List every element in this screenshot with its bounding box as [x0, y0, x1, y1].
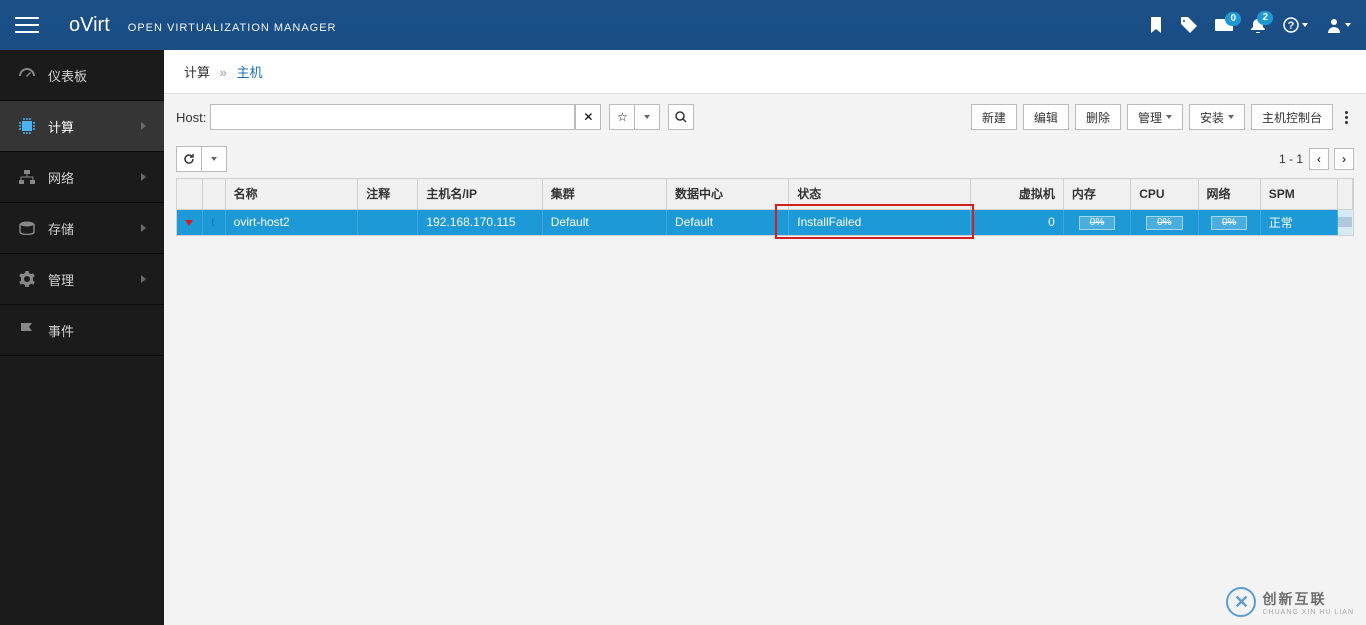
main-content: 计算 » 主机 Host: ✕ ☆ 新建 编辑 删除 管理 安装: [164, 50, 1366, 625]
help-icon[interactable]: ?: [1283, 17, 1308, 33]
breadcrumb-sep: »: [220, 65, 227, 80]
search-group: Host: ✕: [176, 104, 601, 130]
col-cluster[interactable]: 集群: [542, 179, 666, 209]
cell-hostname: 192.168.170.115: [418, 209, 542, 235]
watermark-sub: CHUANG XIN HU LIAN: [1262, 609, 1354, 616]
clear-search-button[interactable]: ✕: [575, 104, 601, 130]
breadcrumb: 计算 » 主机: [164, 50, 1366, 94]
nav-label: 仪表板: [48, 66, 87, 85]
sidebar-item-storage[interactable]: 存储: [0, 203, 164, 254]
tag-icon[interactable]: [1181, 17, 1197, 33]
alert-icon: !: [211, 217, 215, 229]
cell-comment: [358, 209, 418, 235]
nav-label: 管理: [48, 270, 74, 289]
col-memory[interactable]: 内存: [1063, 179, 1130, 209]
table-row[interactable]: ! ovirt-host2 192.168.170.115 Default De…: [177, 209, 1353, 235]
col-spm[interactable]: SPM: [1260, 179, 1338, 209]
next-page-button[interactable]: ›: [1334, 148, 1354, 170]
col-datacenter[interactable]: 数据中心: [667, 179, 789, 209]
col-comment[interactable]: 注释: [358, 179, 418, 209]
cell-spm: 正常: [1260, 209, 1338, 235]
dashboard-icon: [18, 66, 36, 84]
pager-range: 1 - 1: [1279, 152, 1303, 166]
col-hostname[interactable]: 主机名/IP: [418, 179, 542, 209]
refresh-button[interactable]: [176, 146, 202, 172]
sidebar-item-admin[interactable]: 管理: [0, 254, 164, 305]
nav-label: 事件: [48, 321, 74, 340]
refresh-dropdown[interactable]: [201, 146, 227, 172]
cell-vms: 0: [970, 209, 1063, 235]
notifications-badge: 2: [1257, 11, 1273, 25]
manage-button[interactable]: 管理: [1127, 104, 1183, 130]
nav-label: 网络: [48, 168, 74, 187]
nav-label: 计算: [48, 117, 74, 136]
table-header-row: 名称 注释 主机名/IP 集群 数据中心 状态 虚拟机 内存 CPU 网络 SP…: [177, 179, 1353, 209]
action-buttons: 新建 编辑 删除 管理 安装 主机控制台: [971, 104, 1354, 130]
tasks-icon[interactable]: 0: [1215, 18, 1233, 32]
sidebar-item-compute[interactable]: 计算: [0, 101, 164, 152]
chevron-right-icon: [141, 122, 146, 130]
status-down-icon: [185, 220, 193, 226]
prev-page-button[interactable]: ‹: [1309, 148, 1329, 170]
cell-status: InstallFailed: [789, 209, 970, 235]
sidebar-item-dashboard[interactable]: 仪表板: [0, 50, 164, 101]
watermark-logo-icon: ✕: [1226, 587, 1256, 617]
edit-button[interactable]: 编辑: [1023, 104, 1069, 130]
nav-label: 存储: [48, 219, 74, 238]
sidebar: 仪表板 计算 网络 存储 管理 事件: [0, 50, 164, 625]
cell-network: 0%: [1198, 209, 1260, 235]
brand-name: oVirt: [69, 14, 110, 37]
new-button[interactable]: 新建: [971, 104, 1017, 130]
toolbar: Host: ✕ ☆ 新建 编辑 删除 管理 安装 主机控制台: [164, 94, 1366, 140]
chevron-right-icon: [141, 173, 146, 181]
brand-subtitle: OPEN VIRTUALIZATION MANAGER: [128, 22, 337, 34]
cell-cluster: Default: [542, 209, 666, 235]
kebab-menu-icon[interactable]: [1339, 111, 1354, 124]
search-input[interactable]: [210, 104, 575, 130]
svg-text:?: ?: [1288, 20, 1295, 32]
breadcrumb-parent: 计算: [184, 65, 210, 80]
brand-logo[interactable]: oVirt OPEN VIRTUALIZATION MANAGER: [69, 14, 337, 37]
watermark: ✕ 创新互联 CHUANG XIN HU LIAN: [1226, 587, 1354, 617]
search-label: Host:: [176, 110, 206, 125]
top-bar: oVirt OPEN VIRTUALIZATION MANAGER 0 2 ?: [0, 0, 1366, 50]
col-status[interactable]: 状态: [789, 179, 970, 209]
bookmark-dropdown[interactable]: [634, 104, 660, 130]
chevron-right-icon: [141, 275, 146, 283]
tasks-badge: 0: [1225, 12, 1241, 26]
cell-name: ovirt-host2: [225, 209, 358, 235]
cell-datacenter: Default: [667, 209, 789, 235]
install-button[interactable]: 安装: [1189, 104, 1245, 130]
flag-icon: [18, 321, 36, 339]
chevron-right-icon: [141, 224, 146, 232]
sidebar-item-network[interactable]: 网络: [0, 152, 164, 203]
network-icon: [18, 168, 36, 186]
gear-icon: [18, 270, 36, 288]
pager-row: 1 - 1 ‹ ›: [164, 140, 1366, 178]
search-button[interactable]: [668, 104, 694, 130]
hosts-table: 名称 注释 主机名/IP 集群 数据中心 状态 虚拟机 内存 CPU 网络 SP…: [176, 178, 1354, 236]
cell-cpu: 0%: [1131, 209, 1198, 235]
console-button[interactable]: 主机控制台: [1251, 104, 1333, 130]
watermark-text: 创新互联: [1262, 589, 1354, 609]
bookmark-icon[interactable]: [1149, 17, 1163, 33]
scrollbar-icon[interactable]: [1338, 217, 1352, 227]
delete-button[interactable]: 删除: [1075, 104, 1121, 130]
col-cpu[interactable]: CPU: [1131, 179, 1198, 209]
cell-memory: 0%: [1063, 209, 1130, 235]
pager: 1 - 1 ‹ ›: [1279, 148, 1354, 170]
breadcrumb-current[interactable]: 主机: [237, 65, 263, 80]
storage-icon: [18, 219, 36, 237]
col-vms[interactable]: 虚拟机: [970, 179, 1063, 209]
menu-toggle-icon[interactable]: [15, 15, 39, 35]
sidebar-item-events[interactable]: 事件: [0, 305, 164, 356]
compute-icon: [18, 117, 36, 135]
col-network[interactable]: 网络: [1198, 179, 1260, 209]
bell-icon[interactable]: 2: [1251, 17, 1265, 33]
col-name[interactable]: 名称: [225, 179, 358, 209]
user-icon[interactable]: [1326, 17, 1351, 33]
topbar-actions: 0 2 ?: [1149, 17, 1351, 33]
bookmark-button[interactable]: ☆: [609, 104, 635, 130]
